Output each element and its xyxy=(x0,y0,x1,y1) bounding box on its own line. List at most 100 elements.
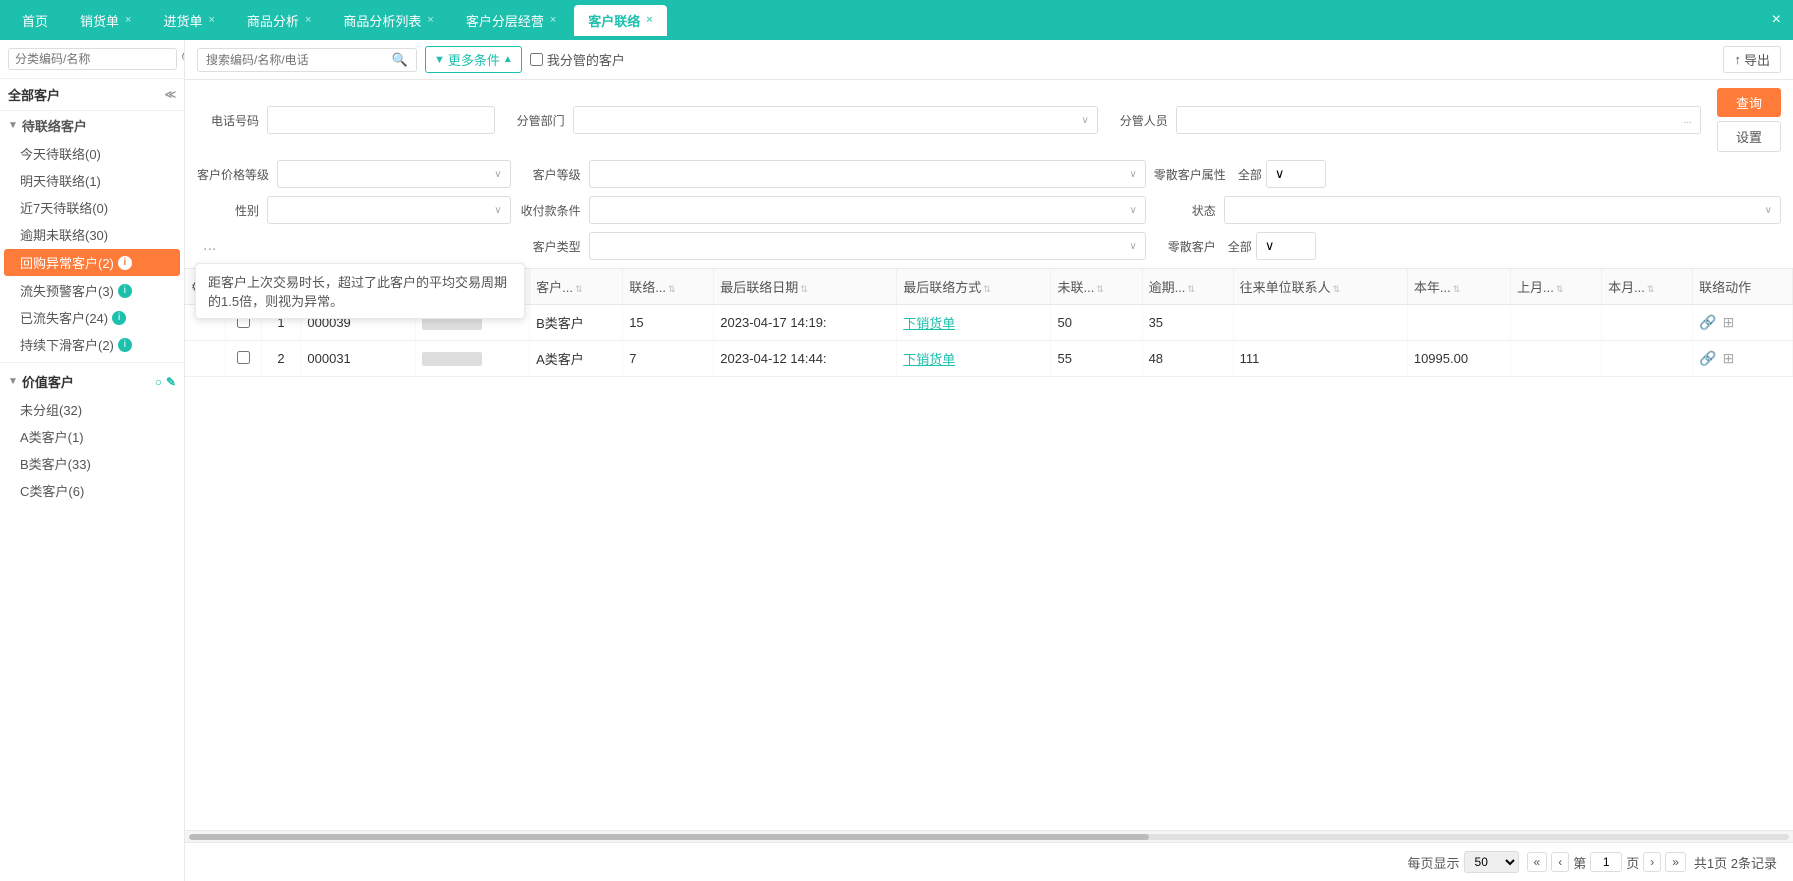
close-customer-contact-icon[interactable]: × xyxy=(646,14,652,26)
filter-department-select[interactable]: ∨ xyxy=(573,106,1098,134)
close-sales-icon[interactable]: × xyxy=(125,14,131,26)
first-page-btn[interactable]: « xyxy=(1527,852,1548,872)
sidebar-collapse-icon[interactable]: ≪ xyxy=(164,88,176,101)
filter-phone-field: 电话号码 xyxy=(197,106,495,134)
main-layout: 🔍 全部客户 ≪ ▼ 待联络客户 今天待联络(0) 明天待联络(1) 近7天待联… xyxy=(0,40,1793,881)
sidebar-item-declining[interactable]: 持续下滑客户(2) i xyxy=(0,331,184,358)
sidebar-item-lost[interactable]: 已流失客户(24) i xyxy=(0,304,184,331)
th-this-year[interactable]: 本年...⇅ xyxy=(1407,269,1510,305)
next-page-btn[interactable]: › xyxy=(1643,852,1661,872)
sidebar-item-overdue[interactable]: 逾期未联络(30) xyxy=(0,221,184,248)
filter-phone-select[interactable] xyxy=(267,106,495,134)
row-checkbox-1[interactable] xyxy=(237,351,250,364)
nav-item-customer-contact[interactable]: 客户联络 × xyxy=(574,5,666,36)
close-all-icon[interactable]: × xyxy=(1772,11,1781,29)
row-settings-icon xyxy=(185,305,225,341)
filter-payment-select[interactable]: ∨ xyxy=(589,196,1146,224)
nav-item-product-list[interactable]: 商品分析列表 × xyxy=(329,5,447,36)
close-product-list-icon[interactable]: × xyxy=(427,14,433,26)
sidebar-item-7days[interactable]: 近7天待联络(0) xyxy=(0,194,184,221)
per-page-select[interactable]: 50 20 100 xyxy=(1464,851,1519,873)
value-edit-icon-1[interactable]: ○ xyxy=(155,375,162,389)
filter-customer-level-select[interactable]: ∨ xyxy=(589,160,1146,188)
filter-department-field: 分管部门 ∨ xyxy=(503,106,1098,134)
th-name[interactable]: 客户名称⇅ xyxy=(415,269,529,305)
row-this-year-0 xyxy=(1407,305,1510,341)
filter-status-select[interactable]: ∨ xyxy=(1224,196,1781,224)
sidebar-all-customers[interactable]: 全部客户 ≪ xyxy=(0,79,184,111)
nav-item-customer-tier[interactable]: 客户分层经营 × xyxy=(452,5,570,36)
th-overdue[interactable]: 逾期...⇅ xyxy=(1142,269,1233,305)
sidebar-group-pending[interactable]: ▼ 待联络客户 xyxy=(0,111,184,140)
nav-item-sales[interactable]: 销货单 × xyxy=(66,5,145,36)
th-last-contact-date[interactable]: 最后联络日期⇅ xyxy=(714,269,897,305)
th-settings[interactable]: ⚙ xyxy=(185,269,225,305)
row-action-1: 🔗 ⊞ xyxy=(1693,341,1793,377)
query-button[interactable]: 查询 xyxy=(1717,88,1781,117)
th-last-contact-method[interactable]: 最后联络方式⇅ xyxy=(897,269,1051,305)
scrollbar-track[interactable] xyxy=(189,834,1789,840)
sidebar-item-today[interactable]: 今天待联络(0) xyxy=(0,140,184,167)
th-no-contact[interactable]: 未联...⇅ xyxy=(1051,269,1142,305)
nav-item-purchase[interactable]: 进货单 × xyxy=(149,5,228,36)
filter-retail-customer-select[interactable]: ∨ xyxy=(1256,232,1316,260)
row-contact-0 xyxy=(1233,305,1407,341)
sidebar-item-c-class[interactable]: C类客户(6) xyxy=(0,477,184,504)
row-action-0: 🔗 ⊞ xyxy=(1693,305,1793,341)
value-edit-icon-2[interactable]: ✎ xyxy=(166,375,176,389)
sidebar-item-a-class[interactable]: A类客户(1) xyxy=(0,423,184,450)
filter-retail-attr-select[interactable]: ∨ xyxy=(1266,160,1326,188)
th-level[interactable]: 客户...⇅ xyxy=(530,269,623,305)
row-checkbox-0[interactable] xyxy=(237,315,250,328)
th-code[interactable]: 客户编码⇅ xyxy=(301,269,415,305)
th-last-month[interactable]: 上月...⇅ xyxy=(1510,269,1601,305)
filter-search-icon[interactable]: 🔍 xyxy=(392,52,408,68)
sidebar-item-loss-warning[interactable]: 流失预警客户(3) i xyxy=(0,277,184,304)
close-product-analysis-icon[interactable]: × xyxy=(305,14,311,26)
nav-item-product-analysis[interactable]: 商品分析 × xyxy=(233,5,325,36)
level-chevron-icon: ∨ xyxy=(1129,169,1136,180)
row-contact-count-1: 7 xyxy=(623,341,714,377)
prev-page-btn[interactable]: ‹ xyxy=(1551,852,1569,872)
row-name-1 xyxy=(415,341,529,377)
row-index-0: 1 xyxy=(261,305,301,341)
status-chevron-icon: ∨ xyxy=(1765,205,1772,216)
th-contact-count[interactable]: 联络...⇅ xyxy=(623,269,714,305)
last-page-btn[interactable]: » xyxy=(1665,852,1686,872)
close-customer-tier-icon[interactable]: × xyxy=(550,14,556,26)
close-purchase-icon[interactable]: × xyxy=(208,14,214,26)
th-contact-person[interactable]: 往来单位联系人⇅ xyxy=(1233,269,1407,305)
settings-button[interactable]: 设置 xyxy=(1717,121,1781,152)
sidebar-item-repurchase-anomaly[interactable]: 回购异常客户(2) i xyxy=(4,249,180,276)
row-last-method-1: 下销货单 xyxy=(897,341,1051,377)
sidebar-item-tomorrow[interactable]: 明天待联络(1) xyxy=(0,167,184,194)
my-customer-checkbox[interactable] xyxy=(530,53,543,66)
row-link-icon-1[interactable]: 🔗 xyxy=(1699,350,1716,367)
scrollbar-thumb xyxy=(189,834,1149,840)
sidebar-item-b-class[interactable]: B类客户(33) xyxy=(0,450,184,477)
filter-manager-select[interactable]: ... xyxy=(1176,106,1701,134)
filter-row-1: 电话号码 分管部门 ∨ 分管人员 xyxy=(197,88,1781,152)
arrow-icon: ▼ xyxy=(8,120,18,131)
row-link-icon-0[interactable]: 🔗 xyxy=(1699,314,1716,331)
filter-more-dots[interactable]: ... xyxy=(197,237,222,255)
top-nav: 首页 销货单 × 进货单 × 商品分析 × 商品分析列表 × 客户分层经营 × … xyxy=(0,0,1793,40)
filter-dots-field: ... xyxy=(197,237,511,255)
filter-price-level-select[interactable]: ∨ xyxy=(277,160,511,188)
sidebar-search-input[interactable] xyxy=(8,48,177,70)
filter-gender-select[interactable]: ∨ xyxy=(267,196,511,224)
select-all-checkbox[interactable] xyxy=(232,279,245,292)
nav-item-home[interactable]: 首页 xyxy=(8,5,62,36)
page-input[interactable] xyxy=(1590,852,1622,872)
filter-customer-type-field: 客户类型 ∨ xyxy=(519,232,1146,260)
filter-search-input[interactable] xyxy=(206,53,388,67)
th-this-month[interactable]: 本月...⇅ xyxy=(1602,269,1693,305)
export-button[interactable]: ↑ 导出 xyxy=(1723,46,1781,73)
sidebar-edit-icons: ○ ✎ xyxy=(155,375,176,389)
filter-customer-type-select[interactable]: ∨ xyxy=(589,232,1146,260)
row-grid-icon-1[interactable]: ⊞ xyxy=(1723,350,1735,367)
filter-more-conditions-btn[interactable]: ▼ 更多条件 ▲ xyxy=(425,46,522,73)
info-icon: i xyxy=(118,256,132,270)
sidebar-item-ungroups[interactable]: 未分组(32) xyxy=(0,396,184,423)
row-grid-icon-0[interactable]: ⊞ xyxy=(1723,314,1735,331)
